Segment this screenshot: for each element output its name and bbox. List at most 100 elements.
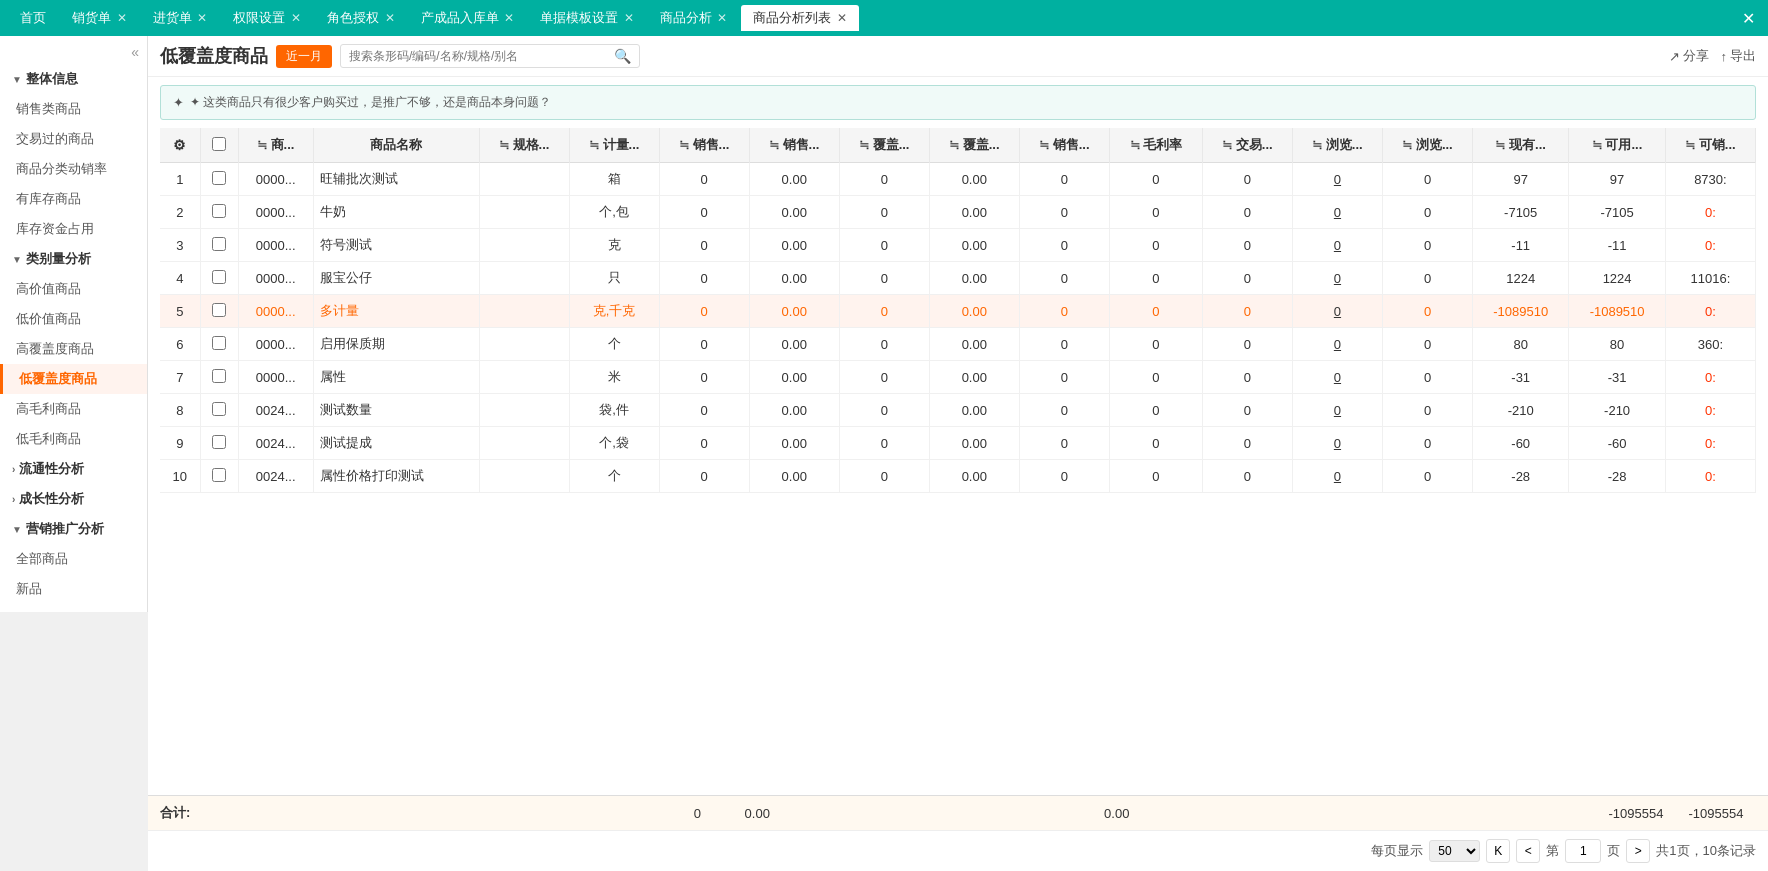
th-code[interactable]: ≒ 商... xyxy=(238,128,313,163)
view1-link[interactable]: 0 xyxy=(1334,469,1341,484)
cell-checkbox[interactable] xyxy=(200,328,238,361)
th-sales-amt[interactable]: ≒ 销售... xyxy=(749,128,839,163)
view1-link[interactable]: 0 xyxy=(1334,172,1341,187)
cell-view1[interactable]: 0 xyxy=(1292,394,1382,427)
table-row[interactable]: 10000...旺辅批次测试箱00.0000.000000097978730: xyxy=(160,163,1756,196)
sidebar-item-category-rate[interactable]: 商品分类动销率 xyxy=(0,154,147,184)
cell-checkbox[interactable] xyxy=(200,229,238,262)
current-page-input[interactable] xyxy=(1565,839,1601,863)
sidebar-item-low-value[interactable]: 低价值商品 xyxy=(0,304,147,334)
sidebar-section-coverage[interactable]: ▼ 类别量分析 xyxy=(0,244,147,274)
sidebar-item-stock-capital[interactable]: 库存资金占用 xyxy=(0,214,147,244)
cell-checkbox[interactable] xyxy=(200,361,238,394)
nav-close-analysis[interactable]: ✕ xyxy=(717,11,727,25)
table-row[interactable]: 60000...启用保质期个00.0000.00000008080360: xyxy=(160,328,1756,361)
table-row[interactable]: 70000...属性米00.0000.0000000-31-310: xyxy=(160,361,1756,394)
nav-close-permissions[interactable]: ✕ xyxy=(291,11,301,25)
sidebar-item-high-margin[interactable]: 高毛利商品 xyxy=(0,394,147,424)
sidebar-item-low-margin[interactable]: 低毛利商品 xyxy=(0,424,147,454)
export-btn[interactable]: ↑ 导出 xyxy=(1721,47,1757,65)
th-sales3[interactable]: ≒ 销售... xyxy=(1019,128,1109,163)
sidebar-item-high-coverage[interactable]: 高覆盖度商品 xyxy=(0,334,147,364)
cell-view1[interactable]: 0 xyxy=(1292,163,1382,196)
search-input[interactable] xyxy=(349,49,610,63)
th-margin[interactable]: ≒ 毛利率 xyxy=(1109,128,1202,163)
row-checkbox[interactable] xyxy=(212,336,226,350)
sidebar-section-marketing[interactable]: ▼ 营销推广分析 xyxy=(0,514,147,544)
view1-link[interactable]: 0 xyxy=(1334,205,1341,220)
cell-view1[interactable]: 0 xyxy=(1292,427,1382,460)
nav-close-purchase[interactable]: ✕ xyxy=(197,11,207,25)
th-trade[interactable]: ≒ 交易... xyxy=(1202,128,1292,163)
prev-page-btn[interactable]: < xyxy=(1516,839,1540,863)
th-gear[interactable]: ⚙ xyxy=(160,128,200,163)
nav-item-purchase[interactable]: 进货单 ✕ xyxy=(141,5,220,31)
nav-close-roles[interactable]: ✕ xyxy=(385,11,395,25)
sidebar-item-all-goods[interactable]: 全部商品 xyxy=(0,544,147,574)
th-view2[interactable]: ≒ 浏览... xyxy=(1382,128,1472,163)
table-wrapper[interactable]: ⚙ ≒ 商... 商品名称 ≒ 规格... ≒ 计量... ≒ 销售... ≒ … xyxy=(148,128,1768,795)
th-cover1[interactable]: ≒ 覆盖... xyxy=(839,128,929,163)
sidebar-section-growth[interactable]: › 成长性分析 xyxy=(0,484,147,514)
view1-link[interactable]: 0 xyxy=(1334,238,1341,253)
cell-checkbox[interactable] xyxy=(200,196,238,229)
view1-link[interactable]: 0 xyxy=(1334,271,1341,286)
table-row[interactable]: 50000...多计量克,千克00.0000.0000000-1089510-1… xyxy=(160,295,1756,328)
nav-item-roles[interactable]: 角色授权 ✕ xyxy=(315,5,407,31)
sidebar-section-overall[interactable]: ▼ 整体信息 xyxy=(0,64,147,94)
cell-checkbox[interactable] xyxy=(200,460,238,493)
first-page-btn[interactable]: K xyxy=(1486,839,1510,863)
cell-view1[interactable]: 0 xyxy=(1292,229,1382,262)
th-name[interactable]: 商品名称 xyxy=(313,128,479,163)
nav-close-analysis-list[interactable]: ✕ xyxy=(837,11,847,25)
nav-item-permissions[interactable]: 权限设置 ✕ xyxy=(221,5,313,31)
sidebar-item-stocked-goods[interactable]: 有库存商品 xyxy=(0,184,147,214)
view1-link[interactable]: 0 xyxy=(1334,370,1341,385)
view1-link[interactable]: 0 xyxy=(1334,436,1341,451)
cell-view1[interactable]: 0 xyxy=(1292,196,1382,229)
cell-view1[interactable]: 0 xyxy=(1292,361,1382,394)
th-stock1[interactable]: ≒ 现有... xyxy=(1473,128,1569,163)
table-row[interactable]: 90024...测试提成个,袋00.0000.0000000-60-600: xyxy=(160,427,1756,460)
sidebar-item-sales-goods[interactable]: 销售类商品 xyxy=(0,94,147,124)
th-cover2[interactable]: ≒ 覆盖... xyxy=(929,128,1019,163)
nav-close-sales[interactable]: ✕ xyxy=(117,11,127,25)
th-stock2[interactable]: ≒ 可用... xyxy=(1569,128,1665,163)
cell-checkbox[interactable] xyxy=(200,295,238,328)
sidebar-collapse-btn[interactable]: « xyxy=(0,44,147,64)
view1-link[interactable]: 0 xyxy=(1334,403,1341,418)
table-row[interactable]: 20000...牛奶个,包00.0000.0000000-7105-71050: xyxy=(160,196,1756,229)
search-icon[interactable]: 🔍 xyxy=(614,48,631,64)
th-checkbox[interactable] xyxy=(200,128,238,163)
cell-view1[interactable]: 0 xyxy=(1292,460,1382,493)
cell-view1[interactable]: 0 xyxy=(1292,328,1382,361)
cell-view1[interactable]: 0 xyxy=(1292,262,1382,295)
cell-checkbox[interactable] xyxy=(200,427,238,460)
th-unit[interactable]: ≒ 计量... xyxy=(569,128,659,163)
cell-checkbox[interactable] xyxy=(200,262,238,295)
row-checkbox[interactable] xyxy=(212,369,226,383)
sidebar-item-traded-goods[interactable]: 交易过的商品 xyxy=(0,124,147,154)
sidebar-item-new-goods[interactable]: 新品 xyxy=(0,574,147,604)
table-row[interactable]: 100024...属性价格打印测试个00.0000.0000000-28-280… xyxy=(160,460,1756,493)
th-sales-count[interactable]: ≒ 销售... xyxy=(659,128,749,163)
view1-link[interactable]: 0 xyxy=(1334,304,1341,319)
next-page-btn[interactable]: > xyxy=(1626,839,1650,863)
th-view1[interactable]: ≒ 浏览... xyxy=(1292,128,1382,163)
nav-item-finished-goods[interactable]: 产成品入库单 ✕ xyxy=(409,5,527,31)
select-all-checkbox[interactable] xyxy=(212,137,226,151)
table-row[interactable]: 40000...服宝公仔只00.0000.0000000122412241101… xyxy=(160,262,1756,295)
table-row[interactable]: 30000...符号测试克00.0000.0000000-11-110: xyxy=(160,229,1756,262)
window-close-button[interactable]: ✕ xyxy=(1736,6,1760,30)
settings-icon[interactable]: ⚙ xyxy=(173,137,186,153)
row-checkbox[interactable] xyxy=(212,270,226,284)
nav-item-analysis[interactable]: 商品分析 ✕ xyxy=(648,5,740,31)
cell-checkbox[interactable] xyxy=(200,163,238,196)
cell-view1[interactable]: 0 xyxy=(1292,295,1382,328)
row-checkbox[interactable] xyxy=(212,303,226,317)
cell-checkbox[interactable] xyxy=(200,394,238,427)
nav-item-sales[interactable]: 销货单 ✕ xyxy=(60,5,139,31)
sidebar-item-low-coverage[interactable]: 低覆盖度商品 xyxy=(0,364,147,394)
nav-item-home[interactable]: 首页 xyxy=(8,5,58,31)
sidebar-section-flow[interactable]: › 流通性分析 xyxy=(0,454,147,484)
